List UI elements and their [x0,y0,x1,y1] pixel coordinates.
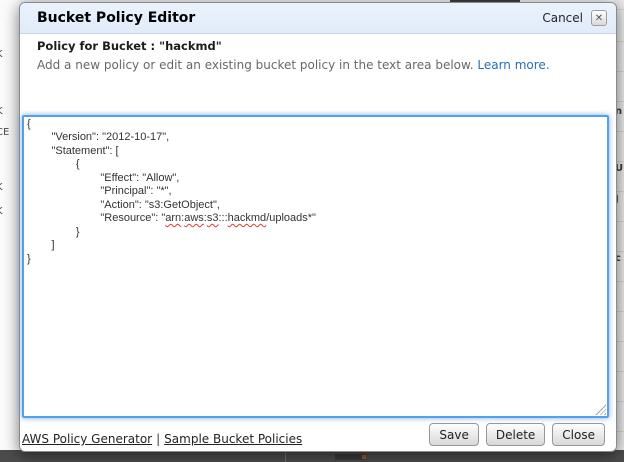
dialog-header-actions: Cancel ✕ [542,10,616,26]
misspelled-token: hackmd [228,212,267,224]
close-icon[interactable]: ✕ [591,10,607,26]
background-text-fragment: K [0,207,3,217]
footer-links: AWS Policy Generator|Sample Bucket Polic… [22,432,302,446]
footer-buttons: Save Delete Close [429,423,605,446]
screen: KKCEKK nUJc Bucket Policy Editor Cancel … [0,0,624,462]
link-separator: | [152,432,164,446]
background-text-fragment: K [0,107,3,117]
background-text-fragment: CE [0,128,9,138]
save-button[interactable]: Save [429,423,478,446]
background-fragment [335,454,365,460]
policy-bucket-subtitle: Policy for Bucket : "hackmd" [37,39,222,53]
dialog-header: Bucket Policy Editor Cancel ✕ [20,3,616,34]
sample-bucket-policies-link[interactable]: Sample Bucket Policies [164,432,302,446]
misspelled-token: arn [165,212,181,224]
misspelled-token: aws [184,212,204,224]
learn-more-link[interactable]: Learn more. [477,58,549,72]
dialog-description: Add a new policy or edit an existing buc… [37,58,550,72]
background-left-strip: K K CE K K [0,0,19,450]
background-text-fragment: K [0,183,3,193]
close-button[interactable]: Close [552,423,605,446]
background-text-fragment: K [0,50,3,60]
dialog-title: Bucket Policy Editor [20,10,542,26]
policy-textarea[interactable]: { "Version": "2012-10-17", "Statement": … [22,115,609,418]
background-fragment [362,455,366,459]
description-text: Add a new policy or edit an existing buc… [37,58,477,72]
cancel-link[interactable]: Cancel [542,11,583,25]
bucket-policy-editor-dialog: Bucket Policy Editor Cancel ✕ Policy for… [19,2,617,452]
policy-text: { "Version": "2012-10-17", "Statement": … [27,118,604,266]
textarea-resize-handle[interactable] [595,404,606,415]
misspelled-token: s3 [207,212,219,224]
delete-button[interactable]: Delete [486,423,545,446]
aws-policy-generator-link[interactable]: AWS Policy Generator [22,432,152,446]
